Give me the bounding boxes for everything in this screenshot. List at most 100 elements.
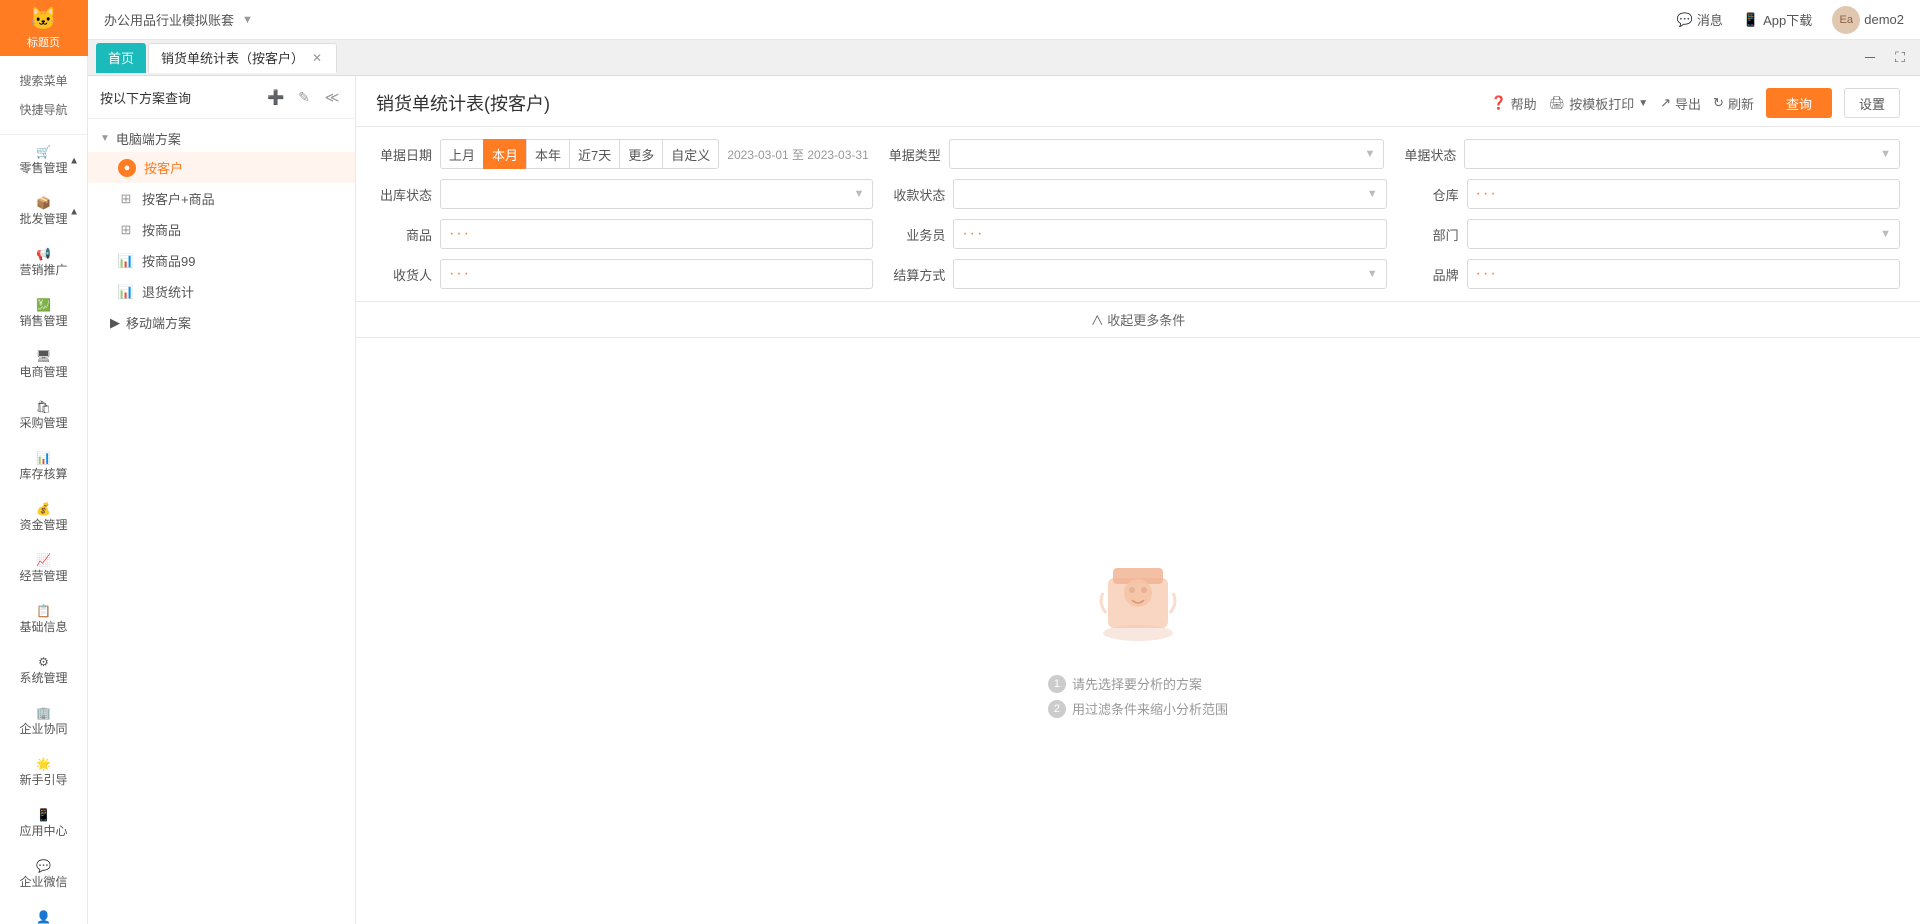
system-label: 系统管理: [19, 669, 67, 686]
query-button[interactable]: 查询: [1766, 88, 1832, 118]
print-btn[interactable]: 🖨 按模板打印 ▼: [1549, 94, 1648, 113]
industry-dropdown-icon[interactable]: ▼: [242, 14, 253, 26]
sidebar-item-operations[interactable]: 📈 经营管理: [0, 543, 87, 594]
date-opt-7days[interactable]: 近7天: [569, 139, 619, 169]
order-status-input[interactable]: ▼: [1464, 139, 1900, 169]
warehouse-label: 仓库: [1403, 185, 1459, 204]
page-header: 销货单统计表(按客户) ❓ 帮助 🖨 按模板打印 ▼ ↗ 导出: [356, 76, 1920, 127]
scheme-item-return-stats[interactable]: 📊 退货统计: [88, 276, 355, 307]
refresh-label: 刷新: [1728, 94, 1754, 113]
order-type-input[interactable]: ▼: [949, 139, 1385, 169]
recipient-label: 收货人: [376, 265, 432, 284]
sidebar-item-wholesale[interactable]: 📦 批发管理 ▲: [0, 186, 87, 237]
basic-label: 基础信息: [19, 618, 67, 635]
sidebar-item-system[interactable]: ⚙ 系统管理: [0, 645, 87, 696]
by-customer-label: 按客户: [144, 158, 183, 177]
sidebar-item-apps[interactable]: 📱 应用中心: [0, 798, 87, 849]
message-btn[interactable]: 💬 消息: [1677, 10, 1723, 29]
date-opt-this-month[interactable]: 本月: [483, 139, 526, 169]
maximize-btn[interactable]: ⛶: [1888, 46, 1912, 70]
by-customer-goods-label: 按客户+商品: [142, 189, 215, 208]
collapse-bar[interactable]: ∧ 收起更多条件: [356, 302, 1920, 338]
purchase-icon: 🛍: [36, 400, 51, 414]
brand-input[interactable]: ···: [1467, 259, 1900, 289]
operations-label: 经营管理: [19, 567, 67, 584]
empty-tips: 1 请先选择要分析的方案 2 用过滤条件来缩小分析范围: [1048, 674, 1228, 724]
sidebar-item-marketing[interactable]: 📢 营销推广: [0, 237, 87, 288]
sidebar-item-newbie[interactable]: 🌟 新手引导: [0, 747, 87, 798]
date-opt-this-year[interactable]: 本年: [526, 139, 569, 169]
apps-icon: 📱: [36, 808, 51, 822]
page-title: 销货单统计表(按客户): [376, 90, 550, 116]
sidebar-search-section: 搜索菜单 快捷导航: [0, 56, 87, 135]
app-download-icon: 📱: [1743, 12, 1759, 28]
goods-input[interactable]: ···: [440, 219, 873, 249]
delivery-status-input[interactable]: ▼: [440, 179, 873, 209]
scheme-item-by-customer[interactable]: ● 按客户: [88, 152, 355, 183]
left-panel-header: 按以下方案查询 ➕ ✎ ≪: [88, 76, 355, 119]
salesperson-input[interactable]: ···: [953, 219, 1386, 249]
empty-state: 1 请先选择要分析的方案 2 用过滤条件来缩小分析范围: [356, 338, 1920, 924]
print-dropdown-icon[interactable]: ▼: [1638, 98, 1648, 109]
warehouse-input[interactable]: ···: [1467, 179, 1900, 209]
help-btn[interactable]: ❓ 帮助: [1490, 94, 1536, 113]
scheme-item-by-goods[interactable]: ⊞ 按商品: [88, 214, 355, 245]
minimize-btn[interactable]: －: [1858, 46, 1882, 70]
user-profile-btn[interactable]: Ea demo2: [1832, 6, 1904, 34]
sidebar-item-purchase[interactable]: 🛍 采购管理: [0, 390, 87, 441]
shortcut-nav-label[interactable]: 快捷导航: [0, 95, 87, 124]
left-panel-title: 按以下方案查询: [100, 88, 191, 107]
search-menu-label[interactable]: 搜索菜单: [0, 66, 87, 95]
department-input[interactable]: ▼: [1467, 219, 1900, 249]
date-opt-more[interactable]: 更多: [619, 139, 662, 169]
tab-report[interactable]: 销货单统计表（按客户） ✕: [148, 43, 337, 73]
sidebar-item-member[interactable]: 👤 畅会员: [0, 900, 87, 924]
payment-status-input[interactable]: ▼: [953, 179, 1386, 209]
print-label: 按模板打印: [1569, 94, 1634, 113]
settlement-input[interactable]: ▼: [953, 259, 1386, 289]
message-icon: 💬: [1677, 12, 1693, 28]
by-goods99-icon: 📊: [118, 253, 134, 269]
basic-icon: 📋: [36, 604, 51, 618]
collapse-panel-btn[interactable]: ≪: [321, 86, 343, 108]
date-opt-custom[interactable]: 自定义: [662, 139, 719, 169]
collapse-label: ∧ 收起更多条件: [1091, 313, 1186, 328]
payment-status-label: 收款状态: [889, 185, 945, 204]
sidebar-item-finance[interactable]: 💰 资金管理: [0, 492, 87, 543]
sidebar-item-sales[interactable]: 💹 销售管理: [0, 288, 87, 339]
tabbar: 首页 销货单统计表（按客户） ✕ － ⛶: [88, 40, 1920, 76]
goods-label: 商品: [376, 225, 432, 244]
mobile-group-title[interactable]: ▶ 移动端方案: [88, 307, 355, 338]
finance-label: 资金管理: [19, 516, 67, 533]
scheme-item-by-customer-goods[interactable]: ⊞ 按客户+商品: [88, 183, 355, 214]
edit-scheme-btn[interactable]: ✎: [293, 86, 315, 108]
desktop-group-title[interactable]: ▼ 电脑端方案: [88, 123, 355, 152]
tab-home[interactable]: 首页: [96, 43, 146, 73]
scheme-item-by-goods99[interactable]: 📊 按商品99: [88, 245, 355, 276]
tip1-text: 请先选择要分析的方案: [1072, 674, 1202, 693]
add-scheme-btn[interactable]: ➕: [265, 86, 287, 108]
date-opt-last-month[interactable]: 上月: [440, 139, 483, 169]
app-download-label: App下载: [1763, 10, 1812, 29]
export-btn[interactable]: ↗ 导出: [1660, 94, 1701, 113]
tip2-text: 用过滤条件来缩小分析范围: [1072, 699, 1228, 718]
newbie-label: 新手引导: [19, 771, 67, 788]
settings-button[interactable]: 设置: [1844, 88, 1900, 118]
sidebar-item-wechat[interactable]: 💬 企业微信: [0, 849, 87, 900]
retail-arrow-icon: ▲: [69, 155, 79, 166]
retail-icon: 🛒: [36, 145, 51, 159]
logo[interactable]: 🐱 标题页: [0, 0, 88, 56]
tab-close-icon[interactable]: ✕: [310, 51, 324, 65]
date-filter-label: 单据日期: [376, 145, 432, 164]
refresh-btn[interactable]: ↻ 刷新: [1713, 94, 1754, 113]
recipient-input[interactable]: ···: [440, 259, 873, 289]
sidebar-item-retail[interactable]: 🛒 零售管理 ▲: [0, 135, 87, 186]
app-download-btn[interactable]: 📱 App下载: [1743, 10, 1812, 29]
sidebar-item-ecommerce[interactable]: 🖥 电商管理: [0, 339, 87, 390]
sidebar-item-inventory[interactable]: 📊 库存核算: [0, 441, 87, 492]
date-range-text: 2023-03-01 至 2023-03-31: [727, 146, 868, 163]
brand-label: 品牌: [1403, 265, 1459, 284]
wholesale-label: 批发管理: [19, 210, 67, 227]
sidebar-item-enterprise[interactable]: 🏢 企业协同: [0, 696, 87, 747]
sidebar-item-basic[interactable]: 📋 基础信息: [0, 594, 87, 645]
